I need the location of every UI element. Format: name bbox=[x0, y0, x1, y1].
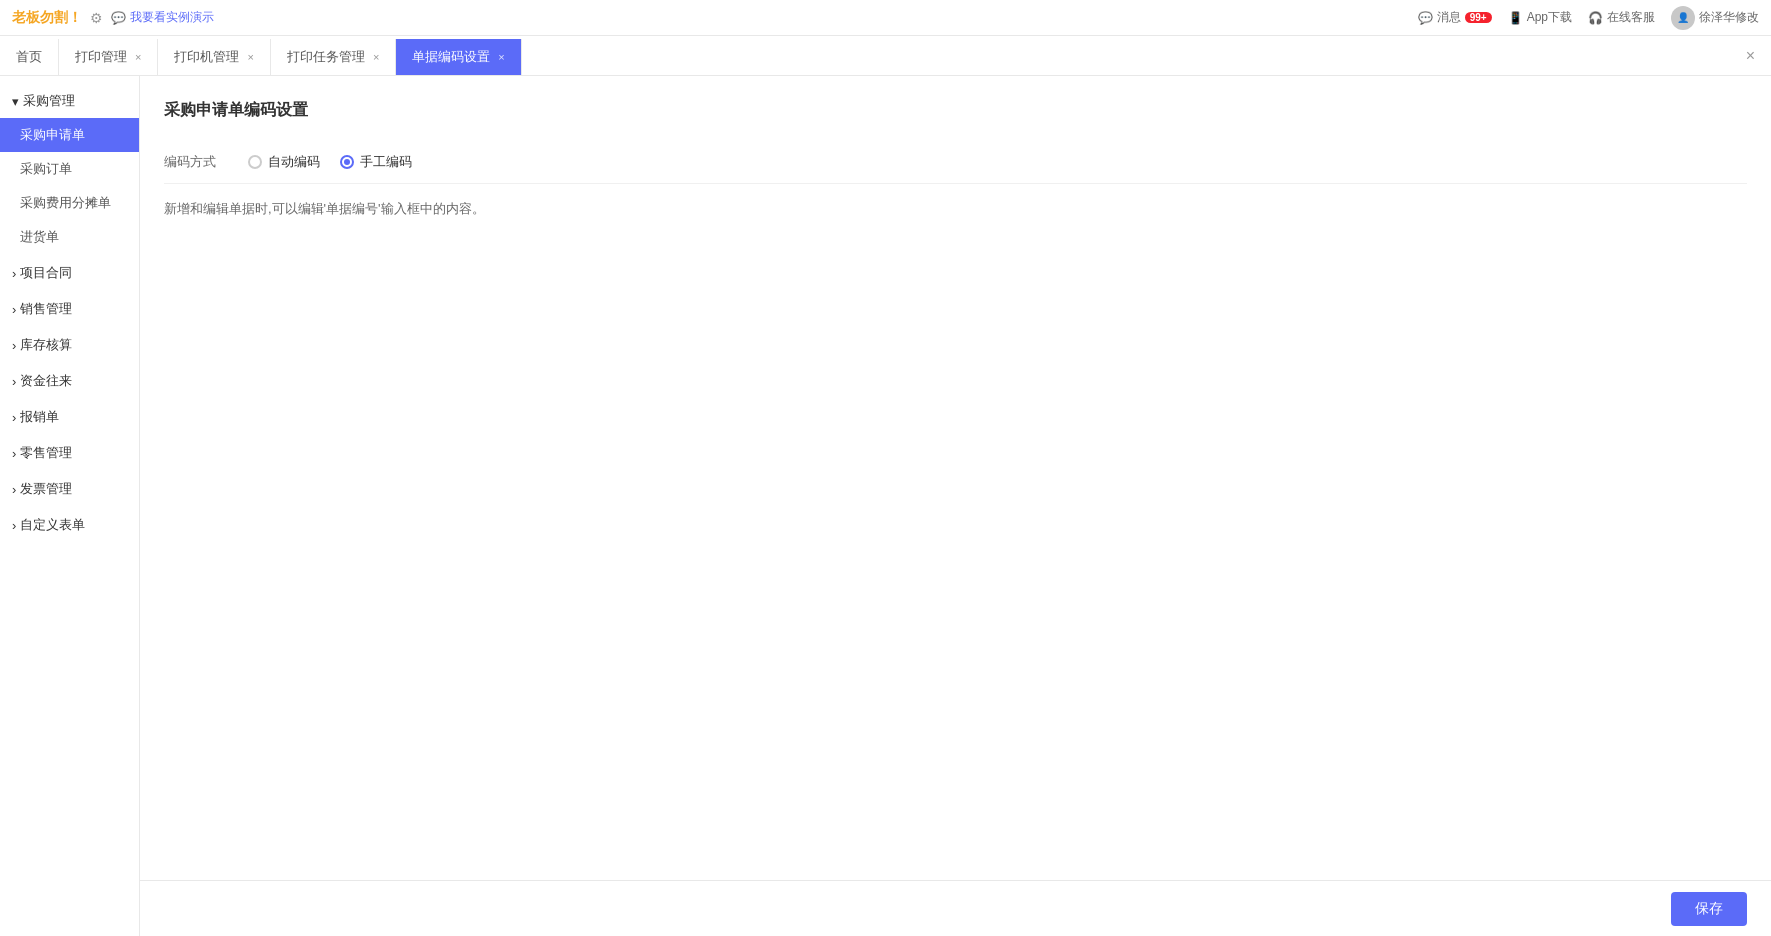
arrow-right-icon-7: › bbox=[12, 482, 16, 497]
sidebar-group-purchase-label: 采购管理 bbox=[23, 92, 75, 110]
sidebar-group-finance-title[interactable]: › 资金往来 bbox=[0, 364, 139, 398]
sidebar-group-inventory: › 库存核算 bbox=[0, 328, 139, 362]
sidebar-group-expense: › 报销单 bbox=[0, 400, 139, 434]
top-bar-left: 老板勿割！ ⚙ 💬 我要看实例演示 bbox=[12, 9, 214, 27]
sidebar-group-finance-label: 资金往来 bbox=[20, 372, 72, 390]
radio-manual-coding[interactable]: 手工编码 bbox=[340, 153, 412, 171]
sidebar-group-finance: › 资金往来 bbox=[0, 364, 139, 398]
sidebar-group-purchase-title[interactable]: ▾ 采购管理 bbox=[0, 84, 139, 118]
sidebar-group-inventory-title[interactable]: › 库存核算 bbox=[0, 328, 139, 362]
coding-form: 编码方式 自动编码 手工编码 新增和编辑单据时,可以编辑'单据编号'输入框中的内… bbox=[164, 141, 1747, 218]
radio-manual-circle bbox=[340, 155, 354, 169]
tab-barcode-setting-label: 单据编码设置 bbox=[412, 48, 490, 66]
tab-printer-mgmt[interactable]: 打印机管理 × bbox=[158, 39, 270, 75]
tab-barcode-setting-close[interactable]: × bbox=[498, 51, 504, 63]
message-icon: 💬 bbox=[1418, 11, 1433, 25]
radio-auto-coding[interactable]: 自动编码 bbox=[248, 153, 320, 171]
tab-home[interactable]: 首页 bbox=[0, 39, 59, 75]
sidebar-group-sales: › 销售管理 bbox=[0, 292, 139, 326]
radio-auto-circle bbox=[248, 155, 262, 169]
arrow-right-icon-4: › bbox=[12, 374, 16, 389]
form-row-coding-method: 编码方式 自动编码 手工编码 bbox=[164, 141, 1747, 184]
avatar: 👤 bbox=[1671, 6, 1695, 30]
sidebar-item-purchase-expense[interactable]: 采购费用分摊单 bbox=[0, 186, 139, 220]
tab-print-mgmt[interactable]: 打印管理 × bbox=[59, 39, 158, 75]
sidebar-group-invoice-title[interactable]: › 发票管理 bbox=[0, 472, 139, 506]
tab-print-mgmt-label: 打印管理 bbox=[75, 48, 127, 66]
tab-bar: 首页 打印管理 × 打印机管理 × 打印任务管理 × 单据编码设置 × × bbox=[0, 36, 1771, 76]
tab-print-mgmt-close[interactable]: × bbox=[135, 51, 141, 63]
sidebar-group-invoice-label: 发票管理 bbox=[20, 480, 72, 498]
tab-print-task-label: 打印任务管理 bbox=[287, 48, 365, 66]
sidebar-group-retail-label: 零售管理 bbox=[20, 444, 72, 462]
gear-icon[interactable]: ⚙ bbox=[90, 10, 103, 26]
radio-group-coding: 自动编码 手工编码 bbox=[248, 153, 412, 171]
sidebar-group-expense-title[interactable]: › 报销单 bbox=[0, 400, 139, 434]
demo-link-icon: 💬 bbox=[111, 11, 126, 25]
sidebar-group-retail-title[interactable]: › 零售管理 bbox=[0, 436, 139, 470]
user-info[interactable]: 👤 徐泽华修改 bbox=[1671, 6, 1759, 30]
sidebar: ▾ 采购管理 采购申请单 采购订单 采购费用分摊单 进货单 › 项目合同 › 销… bbox=[0, 76, 140, 936]
sidebar-group-purchase: ▾ 采购管理 采购申请单 采购订单 采购费用分摊单 进货单 bbox=[0, 84, 139, 254]
arrow-right-icon-3: › bbox=[12, 338, 16, 353]
app-download-button[interactable]: 📱 App下载 bbox=[1508, 9, 1572, 26]
top-bar: 老板勿割！ ⚙ 💬 我要看实例演示 💬 消息 99+ 📱 App下载 🎧 在线客… bbox=[0, 0, 1771, 36]
demo-link[interactable]: 💬 我要看实例演示 bbox=[111, 9, 214, 26]
tab-bar-close-button[interactable]: × bbox=[1730, 47, 1771, 65]
tab-print-task-close[interactable]: × bbox=[373, 51, 379, 63]
arrow-right-icon-5: › bbox=[12, 410, 16, 425]
app-icon: 📱 bbox=[1508, 11, 1523, 25]
sidebar-group-project: › 项目合同 bbox=[0, 256, 139, 290]
sidebar-group-project-label: 项目合同 bbox=[20, 264, 72, 282]
radio-auto-label: 自动编码 bbox=[268, 153, 320, 171]
arrow-right-icon-6: › bbox=[12, 446, 16, 461]
message-button[interactable]: 💬 消息 99+ bbox=[1418, 9, 1492, 26]
sidebar-group-custom: › 自定义表单 bbox=[0, 508, 139, 542]
headset-icon: 🎧 bbox=[1588, 11, 1603, 25]
sidebar-group-invoice: › 发票管理 bbox=[0, 472, 139, 506]
tab-barcode-setting[interactable]: 单据编码设置 × bbox=[396, 39, 521, 75]
tab-printer-mgmt-close[interactable]: × bbox=[247, 51, 253, 63]
top-bar-right: 💬 消息 99+ 📱 App下载 🎧 在线客服 👤 徐泽华修改 bbox=[1418, 6, 1759, 30]
tab-home-label: 首页 bbox=[16, 48, 42, 66]
sidebar-group-expense-label: 报销单 bbox=[20, 408, 59, 426]
sidebar-item-purchase-order[interactable]: 采购订单 bbox=[0, 152, 139, 186]
user-name: 徐泽华修改 bbox=[1699, 9, 1759, 26]
form-label-coding: 编码方式 bbox=[164, 153, 224, 171]
sidebar-group-custom-title[interactable]: › 自定义表单 bbox=[0, 508, 139, 542]
arrow-right-icon-2: › bbox=[12, 302, 16, 317]
content-area: 采购申请单编码设置 编码方式 自动编码 手工编码 bbox=[140, 76, 1771, 936]
arrow-down-icon: ▾ bbox=[12, 94, 19, 109]
sidebar-group-custom-label: 自定义表单 bbox=[20, 516, 85, 534]
sidebar-group-project-title[interactable]: › 项目合同 bbox=[0, 256, 139, 290]
sidebar-group-sales-label: 销售管理 bbox=[20, 300, 72, 318]
hint-text: 新增和编辑单据时,可以编辑'单据编号'输入框中的内容。 bbox=[164, 200, 1747, 218]
save-button[interactable]: 保存 bbox=[1671, 892, 1747, 926]
online-service-button[interactable]: 🎧 在线客服 bbox=[1588, 9, 1655, 26]
tab-printer-mgmt-label: 打印机管理 bbox=[174, 48, 239, 66]
message-badge: 99+ bbox=[1465, 12, 1492, 23]
main-layout: ▾ 采购管理 采购申请单 采购订单 采购费用分摊单 进货单 › 项目合同 › 销… bbox=[0, 76, 1771, 936]
logo: 老板勿割！ bbox=[12, 9, 82, 27]
arrow-right-icon: › bbox=[12, 266, 16, 281]
arrow-right-icon-8: › bbox=[12, 518, 16, 533]
sidebar-group-inventory-label: 库存核算 bbox=[20, 336, 72, 354]
sidebar-item-goods-receipt[interactable]: 进货单 bbox=[0, 220, 139, 254]
content-main: 采购申请单编码设置 编码方式 自动编码 手工编码 bbox=[140, 76, 1771, 880]
sidebar-group-sales-title[interactable]: › 销售管理 bbox=[0, 292, 139, 326]
radio-manual-label: 手工编码 bbox=[360, 153, 412, 171]
sidebar-group-retail: › 零售管理 bbox=[0, 436, 139, 470]
tab-print-task[interactable]: 打印任务管理 × bbox=[271, 39, 396, 75]
content-footer: 保存 bbox=[140, 880, 1771, 936]
page-title: 采购申请单编码设置 bbox=[164, 100, 1747, 121]
sidebar-item-purchase-request[interactable]: 采购申请单 bbox=[0, 118, 139, 152]
